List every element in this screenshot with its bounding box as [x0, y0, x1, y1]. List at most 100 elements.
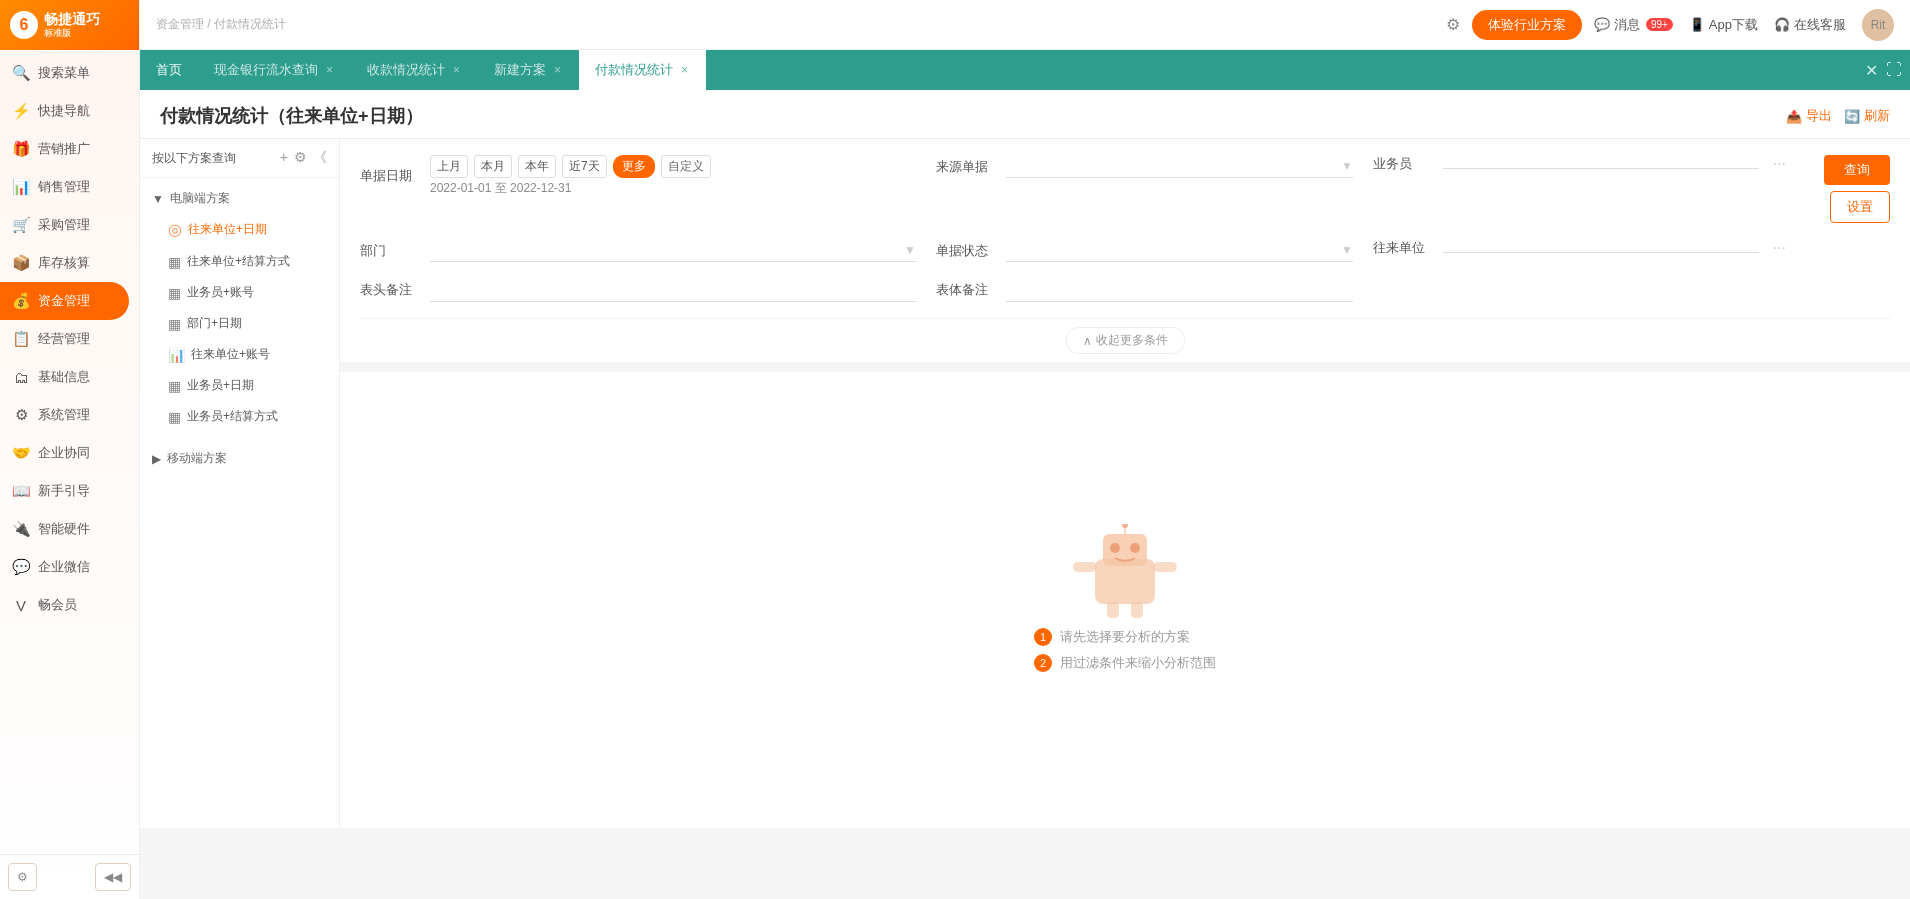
- salesman-select[interactable]: [1443, 160, 1759, 169]
- refresh-button[interactable]: 🔄 刷新: [1844, 107, 1890, 125]
- settings-button[interactable]: 设置: [1830, 191, 1890, 223]
- voucher-date-field: 单据日期 上月 本月 本年 近7天 更多 自定义 20: [360, 155, 916, 197]
- step-1-text: 请先选择要分析的方案: [1060, 624, 1190, 650]
- sidebar-item-weixin[interactable]: 💬 企业微信: [0, 548, 139, 586]
- sidebar-item-label: 经营管理: [38, 330, 90, 348]
- step-1-num: 1: [1034, 628, 1052, 646]
- customer-service-label: 在线客服: [1794, 16, 1846, 34]
- sidebar-item-inventory[interactable]: 📦 库存核算: [0, 244, 139, 282]
- sidebar-item-collab[interactable]: 🤝 企业协同: [0, 434, 139, 472]
- counterpart-select[interactable]: [1443, 244, 1759, 253]
- query-button[interactable]: 查询: [1824, 155, 1890, 185]
- svg-point-2: [1110, 543, 1120, 553]
- sidebar-item-hardware[interactable]: 🔌 智能硬件: [0, 510, 139, 548]
- sidebar-item-basicinfo[interactable]: 🗂 基础信息: [0, 358, 139, 396]
- tab-cashflow-close[interactable]: ×: [324, 61, 335, 79]
- schema-item-counterpart-settlement[interactable]: ▦ 往来单位+结算方式: [140, 246, 339, 277]
- left-panel-title: 按以下方案查询: [152, 150, 236, 167]
- schema-item-label: 部门+日期: [187, 315, 242, 332]
- schema-item-staff-date[interactable]: ▦ 业务员+日期: [140, 370, 339, 401]
- export-button[interactable]: 📤 导出: [1786, 107, 1832, 125]
- customer-service-action[interactable]: 🎧 在线客服: [1774, 16, 1846, 34]
- sidebar-item-search[interactable]: 🔍 搜索菜单: [0, 54, 139, 92]
- schema-item-counterpart-date[interactable]: ◎ 往来单位+日期: [140, 213, 339, 246]
- trial-button[interactable]: 体验行业方案: [1472, 10, 1582, 40]
- user-avatar[interactable]: Rit: [1862, 9, 1894, 41]
- schema-item-staff-account[interactable]: ▦ 业务员+账号: [140, 277, 339, 308]
- svg-point-9: [1122, 524, 1128, 528]
- more-btn[interactable]: 更多: [613, 155, 655, 178]
- page-header-actions: 📤 导出 🔄 刷新: [1786, 107, 1890, 125]
- add-schema-button[interactable]: +: [280, 149, 288, 167]
- book-icon: 📖: [12, 482, 30, 500]
- refresh-icon: 🔄: [1844, 109, 1860, 124]
- voucher-date-label: 单据日期: [360, 167, 420, 185]
- counterpart-field: 往来单位 ···: [1373, 239, 1790, 257]
- sidebar-item-marketing[interactable]: 🎁 营销推广: [0, 130, 139, 168]
- maximize-button[interactable]: ⛶: [1886, 61, 1902, 79]
- schema-item-counterpart-account[interactable]: 📊 往来单位+账号: [140, 339, 339, 370]
- curr-month-btn[interactable]: 本月: [474, 155, 512, 178]
- collapse-left-button[interactable]: 《: [313, 149, 327, 167]
- settings-icon[interactable]: ⚙: [1446, 15, 1460, 34]
- sidebar-item-guide[interactable]: 📖 新手引导: [0, 472, 139, 510]
- sidebar-item-sales[interactable]: 📊 销售管理: [0, 168, 139, 206]
- sidebar-item-finance[interactable]: 💰 资金管理: [0, 282, 129, 320]
- counterpart-more-button[interactable]: ···: [1769, 239, 1790, 257]
- sidebar-nav: 🔍 搜索菜单 ⚡ 快捷导航 🎁 营销推广 📊 销售管理 🛒 采购管理 📦 库存核…: [0, 50, 139, 854]
- message-badge: 99+: [1646, 18, 1673, 31]
- desktop-schema-section: ▼ 电脑端方案 ◎ 往来单位+日期 ▦ 往来单位+结算方式 ▦ 业务员+账号: [140, 178, 339, 438]
- folder-icon: 🗂: [12, 369, 30, 386]
- svg-rect-6: [1073, 562, 1097, 572]
- source-voucher-select[interactable]: ▼: [1006, 155, 1353, 178]
- close-all-tabs-button[interactable]: ✕: [1865, 61, 1878, 80]
- header-note-input[interactable]: [430, 278, 916, 302]
- tab-cashflow[interactable]: 现金银行流水查询 ×: [198, 50, 351, 90]
- tab-payment-close[interactable]: ×: [679, 61, 690, 79]
- date-range-display: 2022-01-01 至 2022-12-31: [430, 180, 916, 197]
- tab-payment-label: 付款情况统计: [595, 61, 673, 79]
- tab-new-plan-close[interactable]: ×: [552, 61, 563, 79]
- schema-item-dept-date[interactable]: ▦ 部门+日期: [140, 308, 339, 339]
- desktop-section-title[interactable]: ▼ 电脑端方案: [140, 184, 339, 213]
- tab-receipt[interactable]: 收款情况统计 ×: [351, 50, 478, 90]
- curr-year-btn[interactable]: 本年: [518, 155, 556, 178]
- collapse-icon: ∧: [1083, 334, 1092, 348]
- body-note-input[interactable]: [1006, 278, 1353, 302]
- sidebar-item-quicknav[interactable]: ⚡ 快捷导航: [0, 92, 139, 130]
- tab-receipt-close[interactable]: ×: [451, 61, 462, 79]
- message-action[interactable]: 💬 消息 99+: [1594, 16, 1673, 34]
- tab-home[interactable]: 首页: [140, 50, 198, 90]
- sidebar-item-label: 基础信息: [38, 368, 90, 386]
- tab-payment[interactable]: 付款情况统计 ×: [579, 50, 706, 90]
- dept-label: 部门: [360, 242, 420, 260]
- body-note-label: 表体备注: [936, 281, 996, 299]
- schema-icon: ▦: [168, 409, 181, 425]
- sidebar-item-vip[interactable]: V 畅会员: [0, 586, 139, 624]
- salesman-more-button[interactable]: ···: [1769, 155, 1790, 173]
- breadcrumb: 资金管理 / 付款情况统计: [156, 16, 1434, 33]
- prev-month-btn[interactable]: 上月: [430, 155, 468, 178]
- search-icon: 🔍: [12, 64, 30, 82]
- service-icon: 🎧: [1774, 17, 1790, 32]
- sidebar-item-operations[interactable]: 📋 经营管理: [0, 320, 139, 358]
- sidebar-settings-button[interactable]: ⚙: [8, 863, 37, 891]
- content-area: 按以下方案查询 + ⚙ 《 ▼ 电脑端方案 ◎ 往来单位+日期: [140, 139, 1910, 828]
- dept-select[interactable]: ▼: [430, 239, 916, 262]
- custom-btn[interactable]: 自定义: [661, 155, 711, 178]
- schema-settings-button[interactable]: ⚙: [294, 149, 307, 167]
- last7-btn[interactable]: 近7天: [562, 155, 607, 178]
- voucher-status-select[interactable]: ▼: [1006, 239, 1353, 262]
- sidebar-collapse-button[interactable]: ◀◀: [95, 863, 131, 891]
- tab-new-plan[interactable]: 新建方案 ×: [478, 50, 579, 90]
- schema-item-staff-settlement[interactable]: ▦ 业务员+结算方式: [140, 401, 339, 432]
- body-note-field: 表体备注: [936, 278, 1353, 302]
- collapse-more-button[interactable]: ∧ 收起更多条件: [1066, 327, 1185, 354]
- sidebar-item-system[interactable]: ⚙ 系统管理: [0, 396, 139, 434]
- sidebar-item-purchase[interactable]: 🛒 采购管理: [0, 206, 139, 244]
- step-2-text: 用过滤条件来缩小分析范围: [1060, 650, 1216, 676]
- app-download-action[interactable]: 📱 App下载: [1689, 16, 1758, 34]
- mobile-section-title[interactable]: ▶ 移动端方案: [140, 444, 339, 473]
- schema-item-label: 往来单位+结算方式: [187, 253, 290, 270]
- money-icon: 💰: [12, 292, 30, 310]
